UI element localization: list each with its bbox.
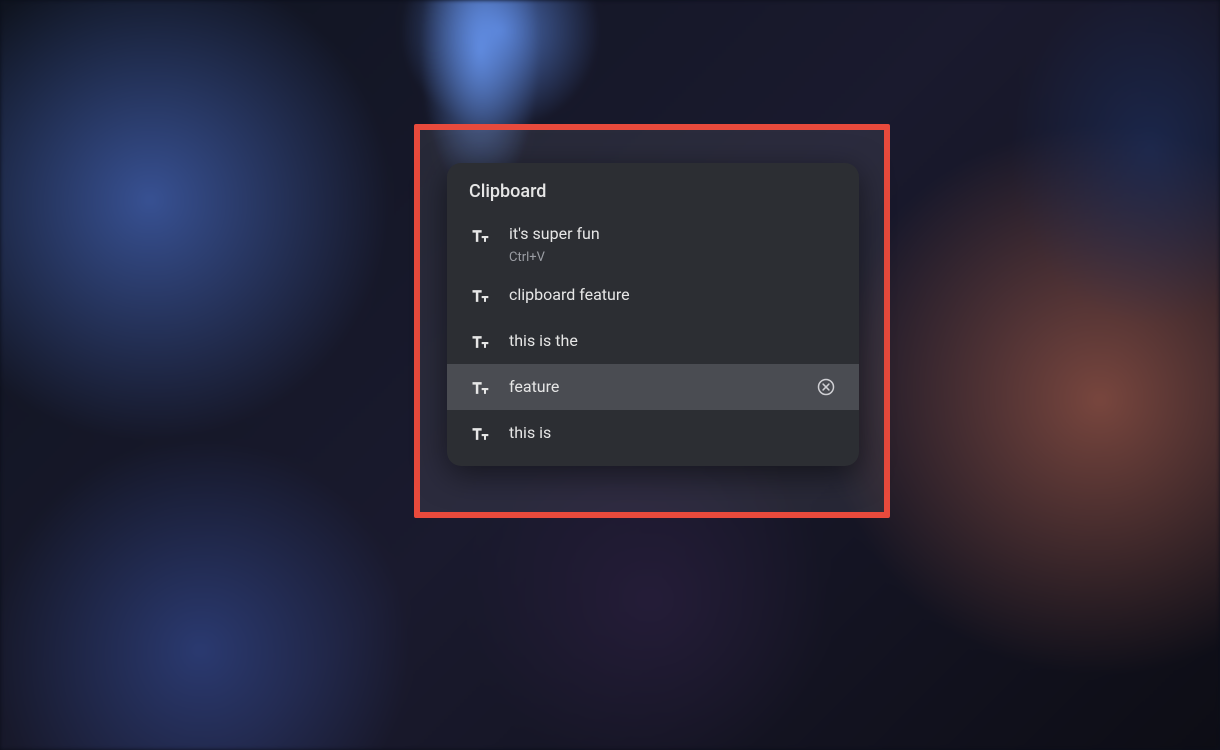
clipboard-item[interactable]: clipboard feature — [447, 272, 859, 318]
clipboard-item-text: clipboard feature — [509, 285, 837, 306]
text-type-icon — [469, 225, 491, 247]
clipboard-item-text: it's super fun — [509, 224, 837, 245]
clipboard-item-text: this is — [509, 423, 837, 444]
clipboard-item-content: feature — [509, 377, 815, 398]
clipboard-item[interactable]: feature — [447, 364, 859, 410]
text-type-icon — [469, 423, 491, 445]
clipboard-item-content: this is the — [509, 331, 837, 352]
delete-item-button[interactable] — [815, 376, 837, 398]
clipboard-item[interactable]: it's super fun Ctrl+V — [447, 216, 859, 272]
clipboard-item[interactable]: this is the — [447, 318, 859, 364]
clipboard-item-shortcut: Ctrl+V — [509, 250, 837, 265]
clipboard-item-text: feature — [509, 377, 815, 398]
text-type-icon — [469, 377, 491, 399]
clipboard-item-content: this is — [509, 423, 837, 444]
clipboard-item[interactable]: this is — [447, 410, 859, 456]
clipboard-item-content: it's super fun Ctrl+V — [509, 224, 837, 265]
text-type-icon — [469, 285, 491, 307]
clipboard-panel: Clipboard it's super fun Ctrl+V clipboar… — [447, 163, 859, 466]
text-type-icon — [469, 331, 491, 353]
clipboard-item-text: this is the — [509, 331, 837, 352]
clipboard-item-content: clipboard feature — [509, 285, 837, 306]
panel-title: Clipboard — [447, 163, 859, 216]
